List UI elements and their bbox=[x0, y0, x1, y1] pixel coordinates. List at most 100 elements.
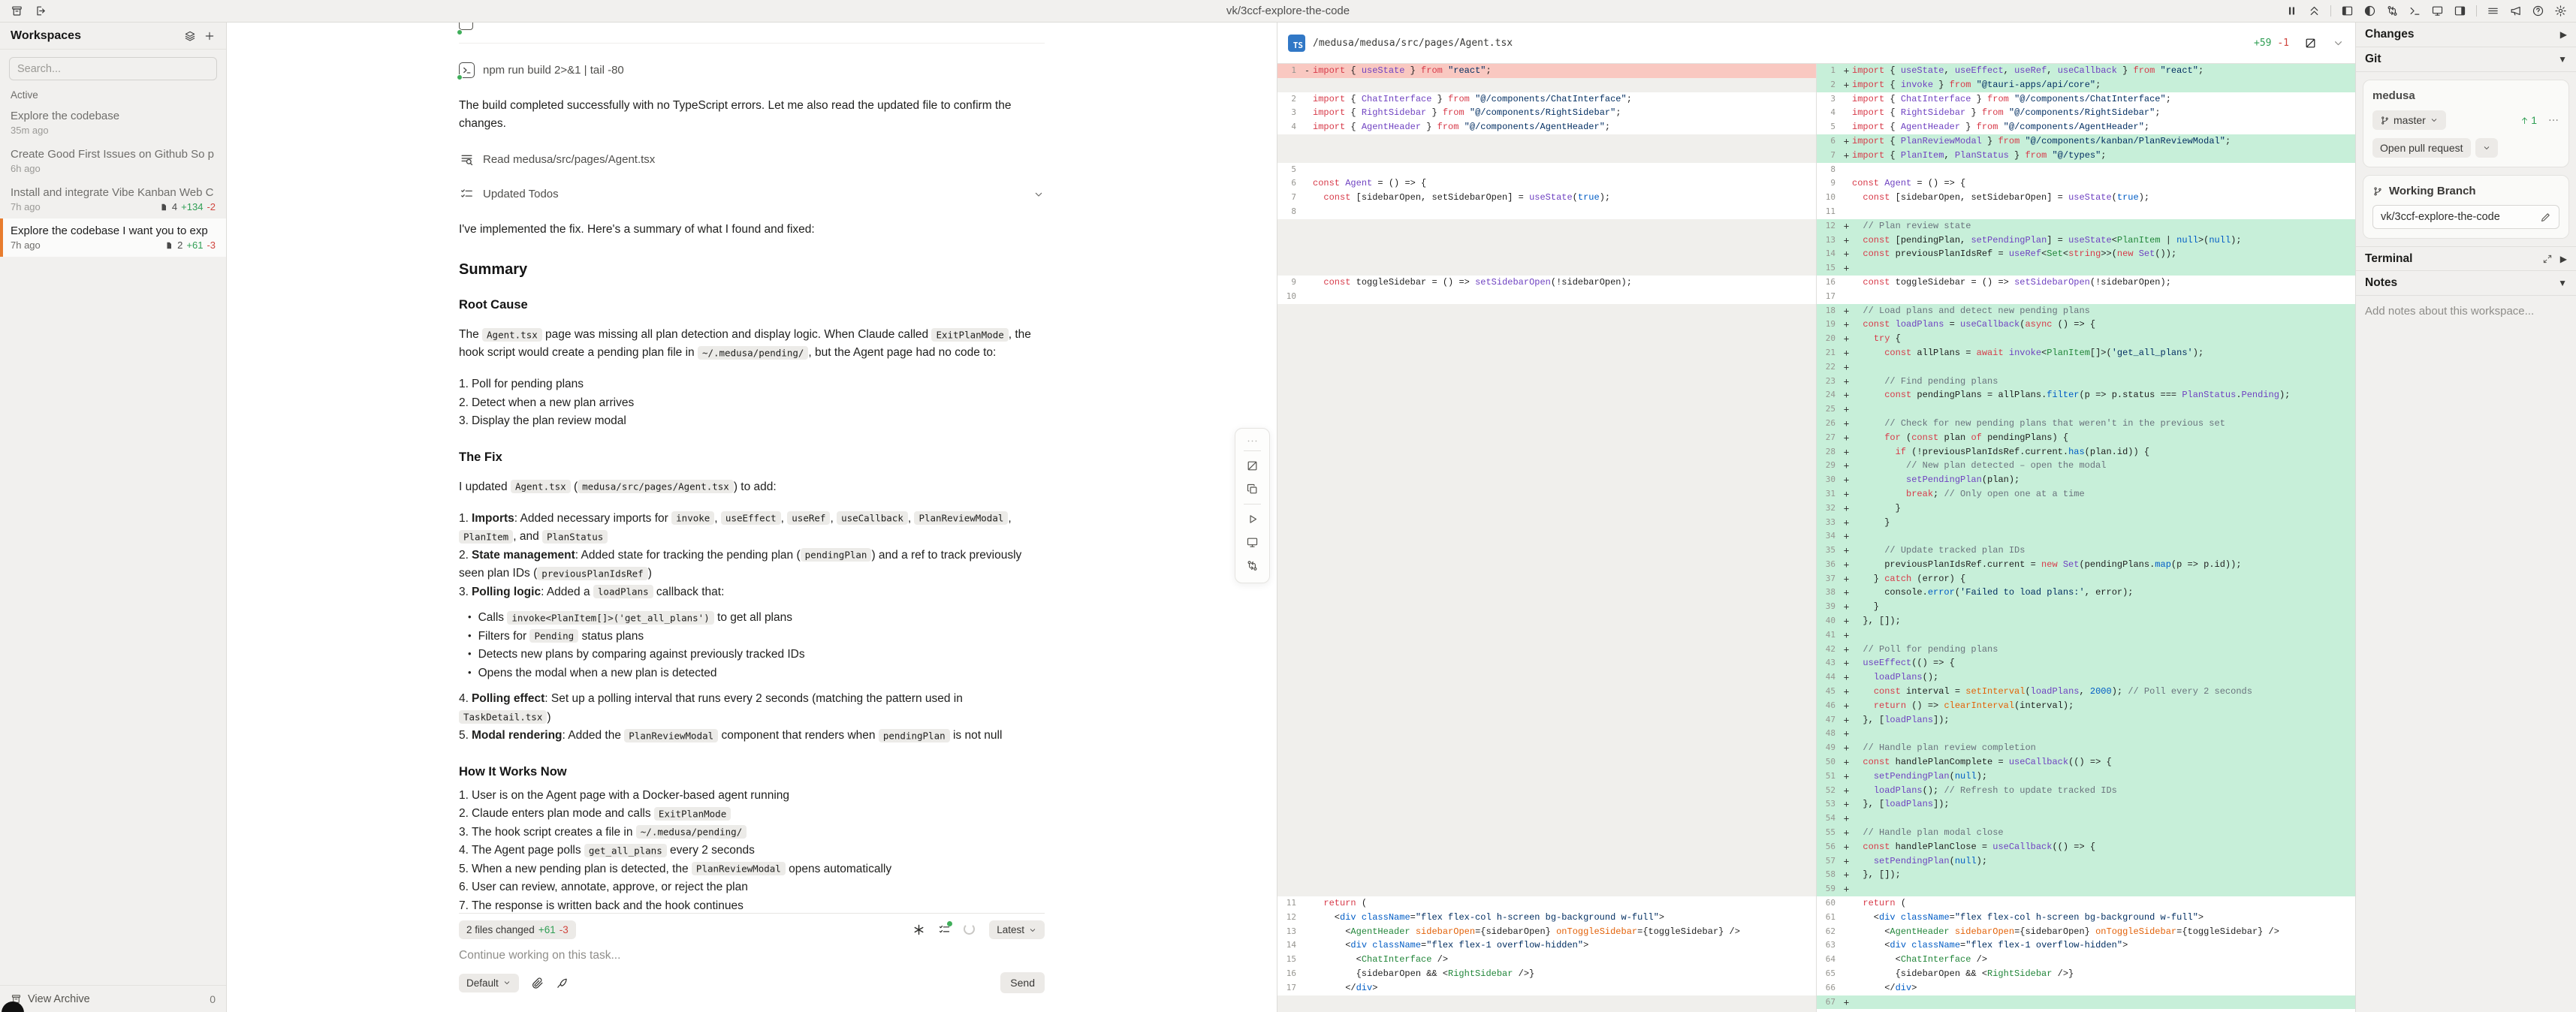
git-compare-icon[interactable] bbox=[2386, 5, 2399, 17]
message-input[interactable] bbox=[459, 949, 1045, 962]
inline-code: previousPlanIdsRef bbox=[537, 567, 647, 580]
diff-filler-row bbox=[1277, 346, 1816, 360]
search-input[interactable] bbox=[9, 57, 217, 80]
tool-call-row[interactable]: Updated Todos bbox=[459, 186, 1045, 202]
terminal-section-header[interactable]: Terminal ▶ bbox=[2356, 246, 2576, 271]
layers-icon[interactable] bbox=[184, 30, 196, 42]
diff-code-row: 52+ loadPlans(); // Refresh to update tr… bbox=[1817, 784, 2355, 798]
inline-code: ExitPlanMode bbox=[654, 807, 731, 821]
pause-icon[interactable] bbox=[2285, 5, 2298, 17]
todos-badge-icon[interactable] bbox=[938, 923, 951, 936]
list-item: 3.Polling logic: Added a loadPlans callb… bbox=[459, 583, 1045, 602]
inline-code: Agent.tsx bbox=[511, 480, 571, 493]
files-changed-badge[interactable]: 2 files changed +61 -3 bbox=[459, 920, 576, 939]
tool-call-row[interactable]: npm run build 2>&1 | tail -80 bbox=[459, 62, 1045, 78]
chat-scroll-area[interactable]: npm run build 2>&1 | tail -80The build c… bbox=[227, 23, 1277, 913]
diff-filler-row bbox=[1277, 854, 1816, 869]
more-options-icon[interactable] bbox=[2547, 114, 2559, 126]
monitor-icon[interactable] bbox=[1235, 531, 1269, 554]
floating-toolbar bbox=[1235, 428, 1270, 583]
diff-file-header[interactable]: TS /medusa/medusa/src/pages/Agent.tsx +5… bbox=[1277, 23, 2355, 64]
megaphone-icon[interactable] bbox=[2509, 5, 2522, 17]
diff-filler-row bbox=[1277, 219, 1816, 233]
branch-dropdown[interactable]: master bbox=[2372, 110, 2446, 130]
panel-right-icon[interactable] bbox=[2454, 5, 2466, 17]
open-pull-request-button[interactable]: Open pull request bbox=[2372, 138, 2471, 158]
diff-code-row: 57+ setPendingPlan(null); bbox=[1817, 854, 2355, 869]
list-item: 4.Polling effect: Set up a polling inter… bbox=[459, 690, 1045, 727]
diff-filler-row bbox=[1277, 332, 1816, 346]
help-icon[interactable] bbox=[2532, 5, 2544, 17]
copy-icon[interactable] bbox=[1235, 477, 1269, 501]
play-icon[interactable] bbox=[1235, 508, 1269, 531]
status-dot bbox=[457, 74, 463, 80]
diff-filler-row bbox=[1277, 784, 1816, 798]
paperclip-icon[interactable] bbox=[531, 977, 544, 989]
chevron-down-icon[interactable] bbox=[1033, 188, 1045, 200]
pr-options-dropdown[interactable] bbox=[2475, 138, 2498, 158]
view-archive-button[interactable]: View Archive 0 bbox=[0, 985, 226, 1012]
diff-code-row: 49+ // Handle plan review completion bbox=[1817, 741, 2355, 755]
diff-code-row: 12 <div className="flex flex-col h-scree… bbox=[1277, 911, 1816, 925]
inline-code: PlanReviewModal bbox=[692, 862, 786, 875]
workspace-title: Explore the codebase bbox=[11, 110, 216, 122]
workspace-item[interactable]: Install and integrate Vibe Kanban Web C7… bbox=[0, 180, 226, 218]
titlebar-right-icons bbox=[2285, 0, 2567, 22]
send-button[interactable]: Send bbox=[1000, 972, 1045, 993]
terminal-icon[interactable] bbox=[2409, 5, 2421, 17]
git-section-header[interactable]: Git ▼ bbox=[2356, 47, 2576, 72]
sparkle-icon[interactable] bbox=[912, 923, 925, 936]
diff-code-row: 21+ const allPlans = await invoke<PlanIt… bbox=[1817, 346, 2355, 360]
latest-dropdown[interactable]: Latest bbox=[989, 920, 1045, 939]
collapse-up-icon[interactable] bbox=[2308, 5, 2321, 17]
diff-code-row: 1-import { useState } from "react"; bbox=[1277, 64, 1816, 78]
add-workspace-icon[interactable] bbox=[204, 30, 216, 42]
diff-code-row: 31+ break; // Only open one at a time bbox=[1817, 487, 2355, 501]
diff-toggle-icon[interactable] bbox=[1235, 454, 1269, 477]
workspace-item[interactable]: Create Good First Issues on Github So p6… bbox=[0, 142, 226, 180]
separator bbox=[2476, 5, 2477, 17]
workspace-stats: 4+134-2 bbox=[159, 201, 216, 212]
expand-icon[interactable] bbox=[2542, 254, 2553, 264]
inline-code: PlanStatus bbox=[542, 530, 608, 544]
chat-paragraph: The Agent.tsx page was missing all plan … bbox=[459, 326, 1045, 362]
git-sidebar: Changes ▶ Git ▼ medusa master 1 bbox=[2355, 23, 2576, 1012]
menu-icon[interactable] bbox=[2487, 5, 2499, 17]
diff-code-row: 18+ // Load plans and detect new pending… bbox=[1817, 304, 2355, 318]
diff-new-pane: 1+import { useState, useEffect, useRef, … bbox=[1817, 64, 2355, 1012]
diff-body[interactable]: 1-import { useState } from "react";2impo… bbox=[1277, 64, 2355, 1012]
diff-code-row: 46+ return () => clearInterval(interval)… bbox=[1817, 699, 2355, 713]
panel-left-icon[interactable] bbox=[2341, 5, 2354, 17]
diff-code-row: 22+ bbox=[1817, 360, 2355, 375]
gear-icon[interactable] bbox=[2554, 5, 2567, 17]
branch-icon bbox=[2380, 116, 2390, 125]
git-repo-card: medusa master 1 Open pull request bbox=[2363, 80, 2569, 167]
model-dropdown[interactable]: Default bbox=[459, 974, 519, 992]
notes-placeholder[interactable]: Add notes about this workspace... bbox=[2356, 296, 2576, 327]
pen-icon[interactable] bbox=[556, 977, 569, 989]
workspace-item[interactable]: Explore the codebase I want you to exp7h… bbox=[0, 218, 226, 257]
changes-summary-row: 2 files changed +61 -3 Latest bbox=[459, 920, 1045, 939]
diff-code-row: 34+ bbox=[1817, 529, 2355, 544]
pencil-icon[interactable] bbox=[2540, 212, 2551, 223]
diff-code-row: 7+import { PlanItem, PlanStatus } from "… bbox=[1817, 149, 2355, 163]
diff-view-toggle-icon[interactable] bbox=[2304, 37, 2317, 50]
changes-section-header[interactable]: Changes ▶ bbox=[2356, 23, 2576, 47]
notes-section-header[interactable]: Notes ▼ bbox=[2356, 271, 2576, 296]
workspace-item[interactable]: Explore the codebase35m ago bbox=[0, 104, 226, 142]
diff-code-row: 17 bbox=[1817, 290, 2355, 304]
list-item: 2.Detect when a new plan arrives bbox=[459, 394, 1045, 413]
git-compare-icon[interactable] bbox=[1235, 554, 1269, 577]
monitor-icon[interactable] bbox=[2431, 5, 2444, 17]
inline-code: loadPlans bbox=[593, 585, 653, 598]
collapse-file-icon[interactable] bbox=[2332, 37, 2345, 50]
triangle-right-icon: ▶ bbox=[2560, 29, 2567, 40]
dots-icon[interactable] bbox=[1235, 434, 1269, 447]
contrast-icon[interactable] bbox=[2363, 5, 2376, 17]
tool-call-row[interactable]: Read medusa/src/pages/Agent.tsx bbox=[459, 152, 1045, 167]
working-branch-input[interactable] bbox=[2381, 211, 2540, 223]
bullet-list: •Calls invoke<PlanItem[]>('get_all_plans… bbox=[459, 609, 1045, 682]
diff-code-row: 37+ } catch (error) { bbox=[1817, 572, 2355, 586]
diff-code-row: 4import { AgentHeader } from "@/componen… bbox=[1277, 120, 1816, 134]
spinner-icon[interactable] bbox=[964, 923, 976, 936]
